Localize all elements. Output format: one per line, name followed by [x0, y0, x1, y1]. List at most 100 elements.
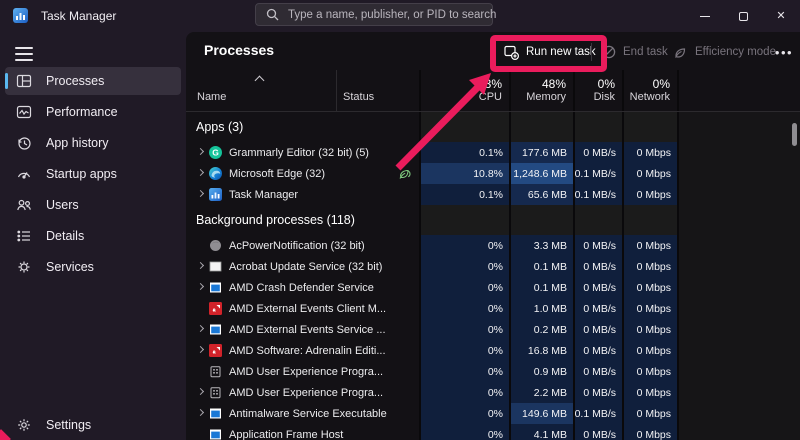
hamburger-menu-button[interactable]: [13, 44, 35, 64]
cpu-cell: 0%: [419, 361, 509, 382]
column-header-memory[interactable]: 48% Memory: [509, 70, 573, 111]
process-row[interactable]: Task Manager0.1%65.6 MB0.1 MB/s0 Mbps: [186, 184, 800, 205]
process-row[interactable]: GGrammarly Editor (32 bit) (5)0.1%177.6 …: [186, 142, 800, 163]
vertical-scrollbar-thumb[interactable]: [792, 123, 797, 146]
row-filler: [677, 235, 800, 256]
sidebar-item-settings[interactable]: Settings: [0, 412, 186, 438]
expand-chevron-icon[interactable]: [197, 261, 204, 268]
process-name-cell: Task Manager: [186, 184, 419, 205]
network-cell: 0 Mbps: [622, 184, 677, 205]
process-name: Task Manager: [229, 189, 298, 201]
process-table-rows: Apps (3)GGrammarly Editor (32 bit) (5)0.…: [186, 112, 800, 440]
group-row[interactable]: Background processes (118): [186, 205, 800, 235]
memory-cell: 2.2 MB: [509, 382, 573, 403]
empty-cell: [509, 205, 573, 235]
cpu-cell: 10.8%: [419, 163, 509, 184]
network-cell: 0 Mbps: [622, 163, 677, 184]
efficiency-mode-button[interactable]: Efficiency mode: [673, 40, 776, 64]
cpu-cell: 0%: [419, 382, 509, 403]
end-task-button[interactable]: End task: [602, 40, 668, 64]
column-header-cpu[interactable]: 13% CPU: [419, 70, 509, 111]
process-name: AMD External Events Service ...: [229, 324, 386, 336]
expand-chevron-icon[interactable]: [197, 147, 204, 154]
sidebar-item-services[interactable]: Services: [5, 253, 181, 281]
win-app-icon: [209, 281, 222, 294]
process-row[interactable]: AcPowerNotification (32 bit)0%3.3 MB0 MB…: [186, 235, 800, 256]
cpu-cell: 0%: [419, 256, 509, 277]
process-name: Application Frame Host: [229, 429, 343, 440]
expand-chevron-icon[interactable]: [197, 189, 204, 196]
run-new-task-button[interactable]: Run new task: [504, 40, 596, 64]
expand-chevron-icon[interactable]: [197, 324, 204, 331]
sidebar-item-users[interactable]: Users: [5, 191, 181, 219]
win-app-icon: [209, 323, 222, 336]
expand-chevron-icon[interactable]: [197, 282, 204, 289]
clipboard-icon: [209, 365, 222, 378]
network-cell: 0 Mbps: [622, 256, 677, 277]
sidebar-item-label: Startup apps: [46, 167, 117, 181]
row-filler: [677, 205, 800, 235]
sidebar-item-processes[interactable]: Processes: [5, 67, 181, 95]
process-row[interactable]: AMD External Events Service ...0%0.2 MB0…: [186, 319, 800, 340]
search-input[interactable]: Type a name, publisher, or PID to search: [255, 3, 493, 26]
process-row[interactable]: aAMD External Events Client M...0%1.0 MB…: [186, 298, 800, 319]
column-header-network[interactable]: 0% Network: [622, 70, 677, 111]
memory-cell: 1.0 MB: [509, 298, 573, 319]
row-filler: [677, 319, 800, 340]
end-task-icon: [602, 45, 616, 59]
column-header-disk[interactable]: 0% Disk: [573, 70, 622, 111]
memory-cell: 1,248.6 MB: [509, 163, 573, 184]
expand-chevron-icon[interactable]: [197, 345, 204, 352]
cpu-cell: 0%: [419, 235, 509, 256]
process-row[interactable]: AMD User Experience Progra...0%0.9 MB0 M…: [186, 361, 800, 382]
memory-cell: 65.6 MB: [509, 184, 573, 205]
process-name: AMD External Events Client M...: [229, 303, 386, 315]
row-filler: [677, 298, 800, 319]
minimize-button[interactable]: [686, 0, 724, 32]
network-cell: 0 Mbps: [622, 424, 677, 440]
sidebar-item-app-history[interactable]: App history: [5, 129, 181, 157]
maximize-button[interactable]: [724, 0, 762, 32]
settings-gear-icon: [16, 417, 32, 433]
process-row[interactable]: Acrobat Update Service (32 bit)0%0.1 MB0…: [186, 256, 800, 277]
process-row[interactable]: Application Frame Host0%4.1 MB0 MB/s0 Mb…: [186, 424, 800, 440]
row-filler: [677, 163, 800, 184]
processes-icon: [16, 73, 32, 89]
minimize-icon: [700, 16, 710, 17]
sidebar-item-performance[interactable]: Performance: [5, 98, 181, 126]
efficiency-leaf-icon: [673, 45, 688, 60]
group-row[interactable]: Apps (3): [186, 112, 800, 142]
process-name: AMD User Experience Progra...: [229, 366, 383, 378]
process-row[interactable]: aAMD Software: Adrenalin Editi...0%16.8 …: [186, 340, 800, 361]
cpu-cell: 0.1%: [419, 142, 509, 163]
process-name-cell: Application Frame Host: [186, 424, 419, 440]
more-options-button[interactable]: •••: [771, 40, 797, 64]
performance-icon: [16, 104, 32, 120]
win-app-icon: [209, 428, 222, 440]
disk-cell: 0 MB/s: [573, 256, 622, 277]
sidebar-item-details[interactable]: Details: [5, 222, 181, 250]
process-name-cell: AMD User Experience Progra...: [186, 382, 419, 403]
process-row[interactable]: AMD Crash Defender Service0%0.1 MB0 MB/s…: [186, 277, 800, 298]
close-button[interactable]: ✕: [762, 0, 800, 32]
row-filler: [677, 142, 800, 163]
process-row[interactable]: Microsoft Edge (32)10.8%1,248.6 MB0.1 MB…: [186, 163, 800, 184]
memory-cell: 149.6 MB: [509, 403, 573, 424]
selected-accent-bar: [5, 73, 8, 89]
process-row[interactable]: Antimalware Service Executable0%149.6 MB…: [186, 403, 800, 424]
network-cell: 0 Mbps: [622, 298, 677, 319]
column-header-status[interactable]: Status: [336, 70, 419, 111]
column-header-name[interactable]: Name: [186, 70, 336, 111]
expand-chevron-icon[interactable]: [197, 168, 204, 175]
memory-cell: 16.8 MB: [509, 340, 573, 361]
expand-chevron-icon[interactable]: [197, 387, 204, 394]
process-name-cell: aAMD Software: Adrenalin Editi...: [186, 340, 419, 361]
window-title: Task Manager: [41, 9, 116, 23]
sidebar-item-startup-apps[interactable]: Startup apps: [5, 160, 181, 188]
row-filler: [677, 256, 800, 277]
disk-cell: 0 MB/s: [573, 361, 622, 382]
process-row[interactable]: AMD User Experience Progra...0%2.2 MB0 M…: [186, 382, 800, 403]
expand-chevron-icon[interactable]: [197, 408, 204, 415]
sort-ascending-icon: [256, 75, 264, 83]
grammarly-icon: G: [209, 146, 222, 159]
